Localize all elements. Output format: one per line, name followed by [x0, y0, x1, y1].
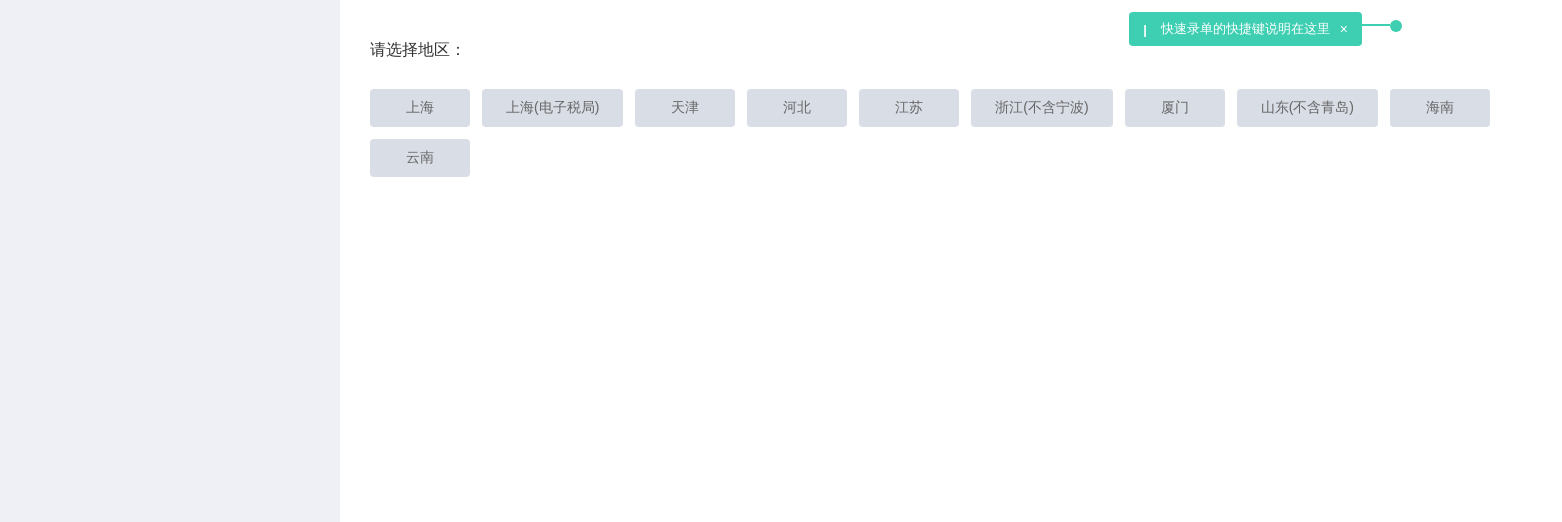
region-button-xiamen[interactable]: 厦门 [1125, 89, 1225, 127]
region-buttons: 上海上海(电子税局) 天津河北江苏浙江(不含宁波) 厦门山东(不含青岛) 海南云南 [370, 89, 1532, 177]
region-button-shanghai[interactable]: 上海 [370, 89, 470, 127]
tooltip-banner: 快速录单的快捷键说明在这里 × [1129, 12, 1362, 46]
region-button-tianjin[interactable]: 天津 [635, 89, 735, 127]
tooltip-line [1360, 24, 1390, 26]
region-button-shandong[interactable]: 山东(不含青岛) [1237, 89, 1378, 127]
tooltip-dot [1390, 20, 1402, 32]
region-button-zhejiang[interactable]: 浙江(不含宁波) [971, 89, 1112, 127]
region-button-jiangsu[interactable]: 江苏 [859, 89, 959, 127]
region-button-shanghai-etax[interactable]: 上海(电子税局) [482, 89, 623, 127]
main-content: 请选择地区： 上海上海(电子税局)天津河北江苏浙江(不含宁波)厦门山东(不含青岛… [340, 0, 1562, 522]
sidebar [0, 0, 340, 522]
region-button-hainan[interactable]: 海南 [1390, 89, 1490, 127]
tooltip-text: 快速录单的快捷键说明在这里 [1161, 20, 1330, 38]
region-button-hebei[interactable]: 河北 [747, 89, 847, 127]
tooltip-close-button[interactable]: × [1340, 21, 1348, 37]
region-button-yunnan[interactable]: 云南 [370, 139, 470, 177]
